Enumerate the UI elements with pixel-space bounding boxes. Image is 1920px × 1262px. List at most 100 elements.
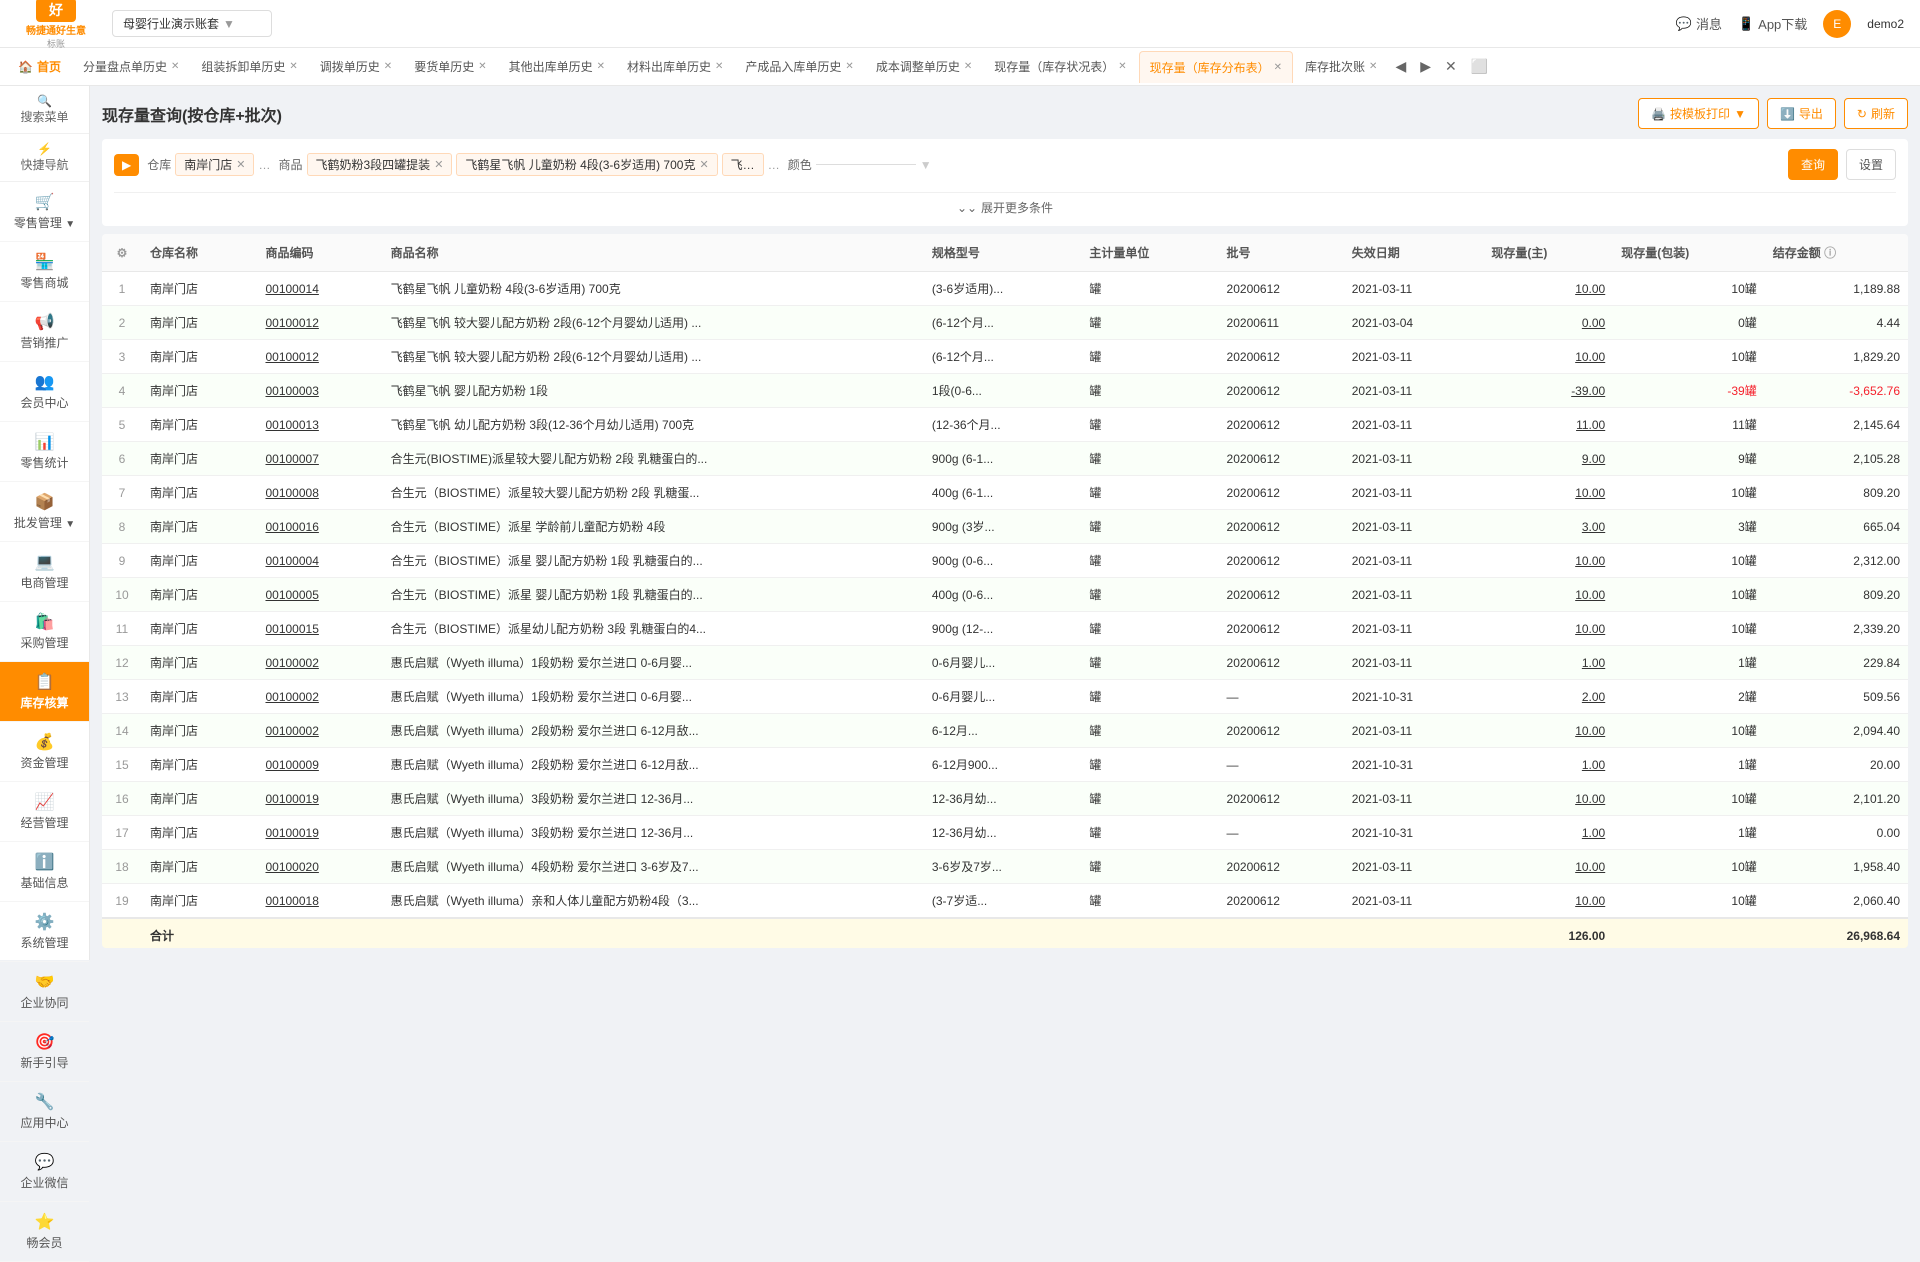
sidebar-item-retail-shop[interactable]: 🏪 零售商城 [0, 242, 89, 302]
tab-5[interactable]: 其他出库单历史 ✕ [499, 51, 615, 83]
sidebar-item-vip[interactable]: ⭐ 畅会员 [0, 1202, 89, 1262]
warehouse-tag[interactable]: 南岸门店 ✕ [175, 153, 254, 176]
cell-name: 飞鹤星飞帆 儿童奶粉 4段(3-6岁适用) 700克 [383, 272, 924, 306]
sidebar-item-purchase[interactable]: 🛍️ 采购管理 [0, 602, 89, 662]
sidebar-item-ecommerce[interactable]: 💻 电商管理 [0, 542, 89, 602]
cell-index: 19 [102, 884, 142, 919]
tab-5-close[interactable]: ✕ [597, 61, 605, 72]
account-dropdown[interactable]: 母婴行业演示账套 ▼ [112, 10, 272, 37]
cell-spec: 12-36月幼... [924, 782, 1082, 816]
cell-code: 00100009 [257, 748, 382, 782]
tab-home[interactable]: 🏠 首页 [8, 51, 71, 83]
sidebar-item-app-center[interactable]: 🔧 应用中心 [0, 1082, 89, 1142]
print-btn[interactable]: 🖨️ 按模板打印 ▼ [1638, 98, 1759, 129]
tab-prev-btn[interactable]: ◀ [1389, 54, 1412, 79]
cell-code: 00100016 [257, 510, 382, 544]
cell-index: 12 [102, 646, 142, 680]
tab-10[interactable]: 现存量（库存分布表） ✕ [1139, 51, 1293, 83]
cell-qty-pkg: -39罐 [1613, 374, 1765, 408]
tab-9[interactable]: 现存量（库存状况表） ✕ [984, 51, 1136, 83]
cell-amount: 0.00 [1765, 816, 1908, 850]
export-btn[interactable]: ⬇️ 导出 [1767, 98, 1836, 129]
tab-11[interactable]: 库存批次账 ✕ [1295, 51, 1387, 83]
settings-icon[interactable]: ⚙ [117, 246, 128, 260]
cell-name: 惠氏启赋（Wyeth illuma）3段奶粉 爱尔兰进口 12-36月... [383, 782, 924, 816]
sidebar-item-system[interactable]: ⚙️ 系统管理 [0, 902, 89, 962]
info-icon[interactable]: ⓘ [1824, 246, 1836, 260]
cell-spec: 12-36月幼... [924, 816, 1082, 850]
sidebar-item-inventory[interactable]: 📋 库存核算 [0, 662, 89, 722]
tab-1-close[interactable]: ✕ [171, 61, 179, 72]
tab-next-btn[interactable]: ▶ [1414, 54, 1437, 79]
tab-maximize-btn[interactable]: ⬜ [1465, 54, 1494, 79]
sidebar-item-members[interactable]: 👥 会员中心 [0, 362, 89, 422]
sidebar-item-marketing[interactable]: 📢 营销推广 [0, 302, 89, 362]
cell-unit: 罐 [1081, 782, 1218, 816]
warehouse-tag-close[interactable]: ✕ [236, 158, 245, 171]
product-tag-1[interactable]: 飞鹤奶粉3段四罐提装 ✕ [307, 153, 453, 176]
tab-7-close[interactable]: ✕ [845, 61, 853, 72]
product-tag-2-close[interactable]: ✕ [699, 158, 708, 171]
product-more[interactable]: … [768, 158, 780, 172]
chevron-print-icon: ▼ [1734, 107, 1746, 121]
th-checkbox: ⚙ [102, 234, 142, 272]
cell-warehouse: 南岸门店 [142, 408, 257, 442]
cell-code: 00100007 [257, 442, 382, 476]
warehouse-more[interactable]: … [258, 158, 270, 172]
tab-4-close[interactable]: ✕ [478, 61, 486, 72]
tab-2-close[interactable]: ✕ [289, 61, 297, 72]
sidebar-item-basic-info[interactable]: ℹ️ 基础信息 [0, 842, 89, 902]
sidebar-item-retail-stats[interactable]: 📊 零售统计 [0, 422, 89, 482]
cell-qty-pkg: 11罐 [1613, 408, 1765, 442]
expand-more-btn[interactable]: ⌄⌄ 展开更多条件 [114, 192, 1896, 216]
tab-6[interactable]: 材料出库单历史 ✕ [617, 51, 733, 83]
query-btn[interactable]: 查询 [1788, 149, 1838, 180]
tab-close-all-btn[interactable]: ✕ [1439, 54, 1463, 79]
sidebar-search[interactable]: 🔍 搜索菜单 [0, 86, 89, 134]
tab-11-close[interactable]: ✕ [1369, 61, 1377, 72]
product-more-tag[interactable]: 飞… [722, 153, 764, 176]
inventory-icon: 📋 [4, 672, 85, 692]
finance-icon: 💰 [4, 732, 85, 752]
sidebar-item-guide[interactable]: 🎯 新手引导 [0, 1022, 89, 1082]
tab-9-close[interactable]: ✕ [1118, 61, 1126, 72]
message-btn[interactable]: 💬 消息 [1676, 14, 1722, 33]
tab-3-close[interactable]: ✕ [384, 61, 392, 72]
product-tag-1-close[interactable]: ✕ [434, 158, 443, 171]
logo-sub-text: 标账 [47, 37, 65, 50]
sidebar-item-finance[interactable]: 💰 资金管理 [0, 722, 89, 782]
cell-qty-pkg: 10罐 [1613, 340, 1765, 374]
settings-btn[interactable]: 设置 [1846, 149, 1896, 180]
tab-6-close[interactable]: ✕ [715, 61, 723, 72]
filter-expand-btn[interactable]: ▶ [114, 154, 139, 176]
cell-batch: 20200612 [1219, 408, 1344, 442]
sidebar-item-operations[interactable]: 📈 经营管理 [0, 782, 89, 842]
sidebar-item-wholesale[interactable]: 📦 批发管理 ▼ [0, 482, 89, 542]
tab-3[interactable]: 调拨单历史 ✕ [310, 51, 402, 83]
cell-unit: 罐 [1081, 646, 1218, 680]
cell-batch: 20200612 [1219, 782, 1344, 816]
th-name: 商品名称 [383, 234, 924, 272]
tab-2[interactable]: 组装拆卸单历史 ✕ [191, 51, 307, 83]
tab-10-close[interactable]: ✕ [1274, 62, 1282, 73]
product-tag-2[interactable]: 飞鹤星飞帆 儿童奶粉 4段(3-6岁适用) 700克 ✕ [456, 153, 717, 176]
cell-warehouse: 南岸门店 [142, 714, 257, 748]
sidebar-item-corp-collab[interactable]: 🤝 企业协同 [0, 962, 89, 1022]
tab-8-close[interactable]: ✕ [964, 61, 972, 72]
sidebar-item-retail-mgmt[interactable]: 🛒 零售管理 ▼ [0, 182, 89, 242]
cell-code: 00100002 [257, 680, 382, 714]
color-filter: 颜色 ▼ [788, 156, 932, 173]
sidebar-quick-nav[interactable]: ⚡ 快捷导航 [0, 134, 89, 182]
avatar[interactable]: E [1823, 10, 1851, 38]
tab-4[interactable]: 要货单历史 ✕ [404, 51, 496, 83]
app-download-btn[interactable]: 📱 App下载 [1738, 14, 1807, 33]
sidebar-retail-stats-label: 零售统计 [20, 456, 68, 470]
sidebar-guide-label: 新手引导 [20, 1056, 68, 1070]
tab-7[interactable]: 产成品入库单历史 ✕ [735, 51, 863, 83]
tab-8[interactable]: 成本调整单历史 ✕ [866, 51, 982, 83]
sidebar-item-wechat[interactable]: 💬 企业微信 [0, 1142, 89, 1202]
cell-amount: 665.04 [1765, 510, 1908, 544]
refresh-btn[interactable]: ↻ 刷新 [1844, 98, 1908, 129]
cell-amount: 2,101.20 [1765, 782, 1908, 816]
tab-1[interactable]: 分量盘点单历史 ✕ [73, 51, 189, 83]
